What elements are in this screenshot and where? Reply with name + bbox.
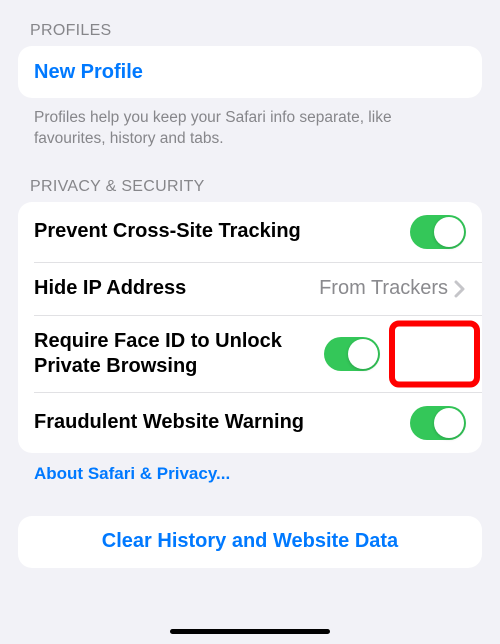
hide-ip-row[interactable]: Hide IP Address From Trackers (18, 263, 482, 315)
toggle-knob (434, 217, 464, 247)
hide-ip-value: From Trackers (319, 277, 448, 300)
privacy-card: Prevent Cross-Site Tracking Hide IP Addr… (18, 202, 482, 453)
fraudulent-label: Fraudulent Website Warning (34, 410, 410, 435)
new-profile-label: New Profile (34, 60, 466, 85)
chevron-right-icon (454, 280, 466, 298)
profiles-card: New Profile (18, 46, 482, 98)
profiles-header: PROFILES (18, 0, 482, 46)
clear-history-label: Clear History and Website Data (34, 529, 466, 554)
face-id-toggle[interactable] (324, 337, 380, 371)
privacy-header: PRIVACY & SECURITY (18, 156, 482, 202)
hide-ip-label: Hide IP Address (34, 276, 319, 301)
prevent-cross-site-toggle[interactable] (410, 215, 466, 249)
face-id-label: Require Face ID to Unlock Private Browsi… (34, 329, 324, 379)
fraudulent-toggle[interactable] (410, 406, 466, 440)
new-profile-row[interactable]: New Profile (18, 46, 482, 98)
face-id-row: Require Face ID to Unlock Private Browsi… (18, 316, 482, 392)
about-safari-privacy-link[interactable]: About Safari & Privacy... (18, 453, 482, 498)
highlight-annotation (389, 320, 480, 387)
clear-card: Clear History and Website Data (18, 516, 482, 568)
clear-history-row[interactable]: Clear History and Website Data (18, 516, 482, 568)
prevent-cross-site-row: Prevent Cross-Site Tracking (18, 202, 482, 262)
home-indicator (170, 629, 330, 634)
toggle-knob (348, 339, 378, 369)
prevent-cross-site-label: Prevent Cross-Site Tracking (34, 219, 410, 244)
profiles-footer: Profiles help you keep your Safari info … (18, 98, 482, 156)
fraudulent-row: Fraudulent Website Warning (18, 393, 482, 453)
toggle-knob (434, 408, 464, 438)
